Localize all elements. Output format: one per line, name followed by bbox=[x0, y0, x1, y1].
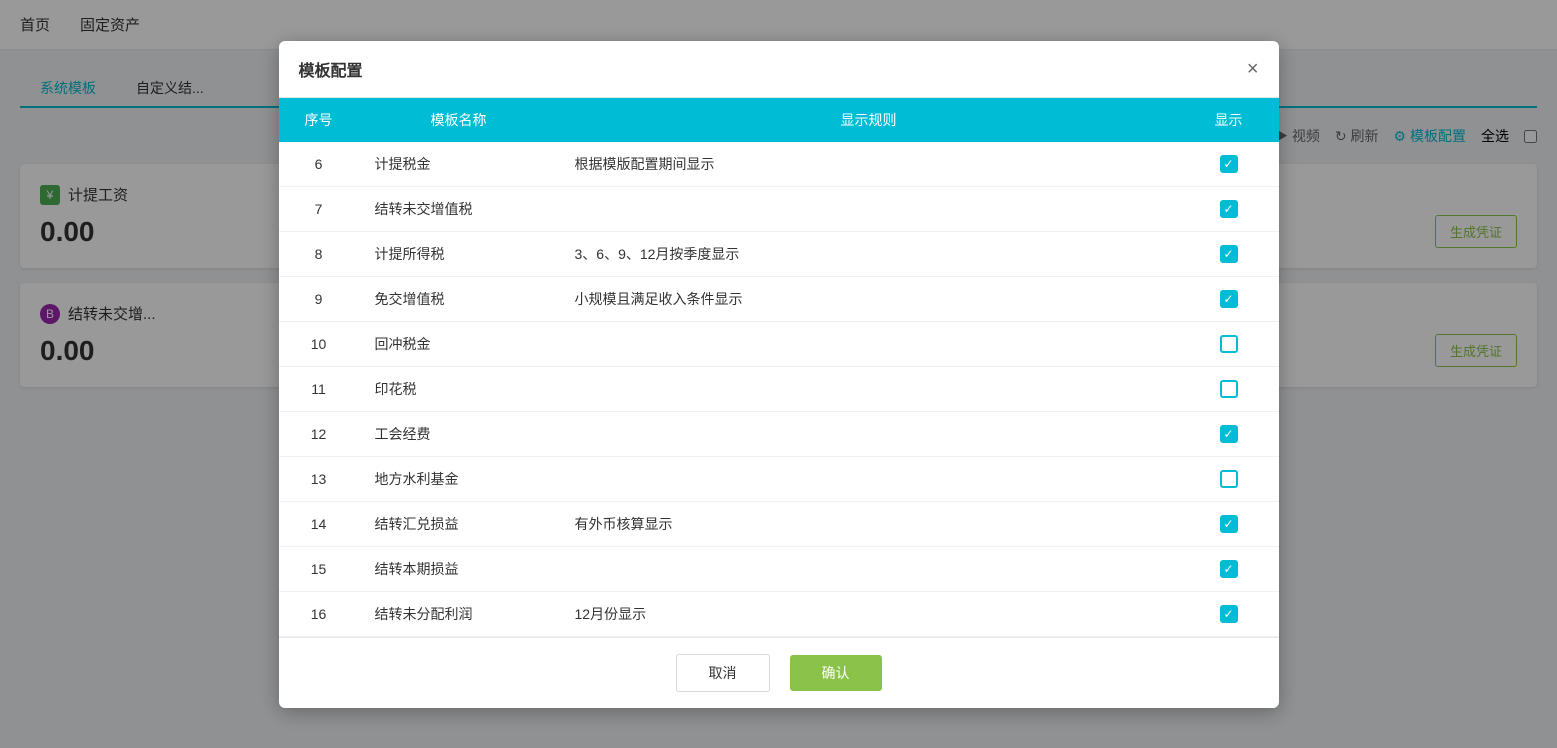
table-row: 14结转汇兑损益有外币核算显示 bbox=[279, 501, 1279, 546]
cell-seq-4: 10 bbox=[279, 321, 359, 366]
checkbox-6[interactable] bbox=[1220, 425, 1238, 443]
table-row: 13地方水利基金 bbox=[279, 456, 1279, 501]
cell-rule-1 bbox=[559, 186, 1179, 231]
cell-name-10: 结转未分配利润 bbox=[359, 591, 559, 636]
table-row: 10回冲税金 bbox=[279, 321, 1279, 366]
table-row: 7结转未交增值税 bbox=[279, 186, 1279, 231]
table-wrapper[interactable]: 序号 模板名称 显示规则 显示 6计提税金根据模版配置期间显示7结转未交增值税8… bbox=[279, 98, 1279, 637]
cell-rule-6 bbox=[559, 411, 1179, 456]
cancel-button[interactable]: 取消 bbox=[676, 654, 770, 692]
cell-seq-2: 8 bbox=[279, 231, 359, 276]
table-row: 11印花税 bbox=[279, 366, 1279, 411]
th-show: 显示 bbox=[1179, 98, 1279, 142]
cell-rule-7 bbox=[559, 456, 1179, 501]
checkbox-8[interactable] bbox=[1220, 515, 1238, 533]
cell-show-8[interactable] bbox=[1179, 501, 1279, 546]
checkbox-10[interactable] bbox=[1220, 605, 1238, 623]
cell-name-0: 计提税金 bbox=[359, 142, 559, 187]
th-rule: 显示规则 bbox=[559, 98, 1179, 142]
cell-seq-7: 13 bbox=[279, 456, 359, 501]
cell-name-2: 计提所得税 bbox=[359, 231, 559, 276]
cell-seq-10: 16 bbox=[279, 591, 359, 636]
table-row: 16结转未分配利润12月份显示 bbox=[279, 591, 1279, 636]
cell-seq-3: 9 bbox=[279, 276, 359, 321]
cell-show-3[interactable] bbox=[1179, 276, 1279, 321]
cell-name-5: 印花税 bbox=[359, 366, 559, 411]
cell-name-3: 免交增值税 bbox=[359, 276, 559, 321]
cell-seq-6: 12 bbox=[279, 411, 359, 456]
cell-rule-2: 3、6、9、12月按季度显示 bbox=[559, 231, 1179, 276]
cell-show-1[interactable] bbox=[1179, 186, 1279, 231]
modal-close-button[interactable]: × bbox=[1247, 59, 1259, 79]
cell-seq-1: 7 bbox=[279, 186, 359, 231]
cell-seq-0: 6 bbox=[279, 142, 359, 187]
cell-show-0[interactable] bbox=[1179, 142, 1279, 187]
cell-rule-8: 有外币核算显示 bbox=[559, 501, 1179, 546]
template-config-modal: 模板配置 × 序号 模板名称 显示规则 显示 6计提税金根据模版配置期间显示7结… bbox=[279, 41, 1279, 708]
cell-rule-3: 小规模且满足收入条件显示 bbox=[559, 276, 1179, 321]
checkbox-1[interactable] bbox=[1220, 200, 1238, 218]
cell-name-6: 工会经费 bbox=[359, 411, 559, 456]
modal-overlay: 模板配置 × 序号 模板名称 显示规则 显示 6计提税金根据模版配置期间显示7结… bbox=[0, 0, 1557, 748]
table-row: 6计提税金根据模版配置期间显示 bbox=[279, 142, 1279, 187]
cell-seq-8: 14 bbox=[279, 501, 359, 546]
th-seq: 序号 bbox=[279, 98, 359, 142]
cell-show-4[interactable] bbox=[1179, 321, 1279, 366]
checkbox-7[interactable] bbox=[1220, 470, 1238, 488]
checkbox-4[interactable] bbox=[1220, 335, 1238, 353]
cell-show-7[interactable] bbox=[1179, 456, 1279, 501]
cell-show-10[interactable] bbox=[1179, 591, 1279, 636]
cell-seq-9: 15 bbox=[279, 546, 359, 591]
cell-rule-5 bbox=[559, 366, 1179, 411]
checkbox-0[interactable] bbox=[1220, 155, 1238, 173]
checkbox-3[interactable] bbox=[1220, 290, 1238, 308]
cell-name-8: 结转汇兑损益 bbox=[359, 501, 559, 546]
cell-name-7: 地方水利基金 bbox=[359, 456, 559, 501]
cell-rule-0: 根据模版配置期间显示 bbox=[559, 142, 1179, 187]
cell-name-1: 结转未交增值税 bbox=[359, 186, 559, 231]
table-row: 12工会经费 bbox=[279, 411, 1279, 456]
cell-seq-5: 11 bbox=[279, 366, 359, 411]
cell-name-9: 结转本期损益 bbox=[359, 546, 559, 591]
cell-rule-9 bbox=[559, 546, 1179, 591]
cell-rule-4 bbox=[559, 321, 1179, 366]
cell-name-4: 回冲税金 bbox=[359, 321, 559, 366]
table-row: 8计提所得税3、6、9、12月按季度显示 bbox=[279, 231, 1279, 276]
checkbox-9[interactable] bbox=[1220, 560, 1238, 578]
config-table: 序号 模板名称 显示规则 显示 6计提税金根据模版配置期间显示7结转未交增值税8… bbox=[279, 98, 1279, 637]
table-row: 9免交增值税小规模且满足收入条件显示 bbox=[279, 276, 1279, 321]
cell-show-9[interactable] bbox=[1179, 546, 1279, 591]
cell-show-2[interactable] bbox=[1179, 231, 1279, 276]
cell-show-6[interactable] bbox=[1179, 411, 1279, 456]
cell-show-5[interactable] bbox=[1179, 366, 1279, 411]
modal-title: 模板配置 bbox=[299, 57, 363, 81]
table-row: 15结转本期损益 bbox=[279, 546, 1279, 591]
checkbox-2[interactable] bbox=[1220, 245, 1238, 263]
checkbox-5[interactable] bbox=[1220, 380, 1238, 398]
confirm-button[interactable]: 确认 bbox=[790, 655, 882, 691]
cell-rule-10: 12月份显示 bbox=[559, 591, 1179, 636]
th-name: 模板名称 bbox=[359, 98, 559, 142]
